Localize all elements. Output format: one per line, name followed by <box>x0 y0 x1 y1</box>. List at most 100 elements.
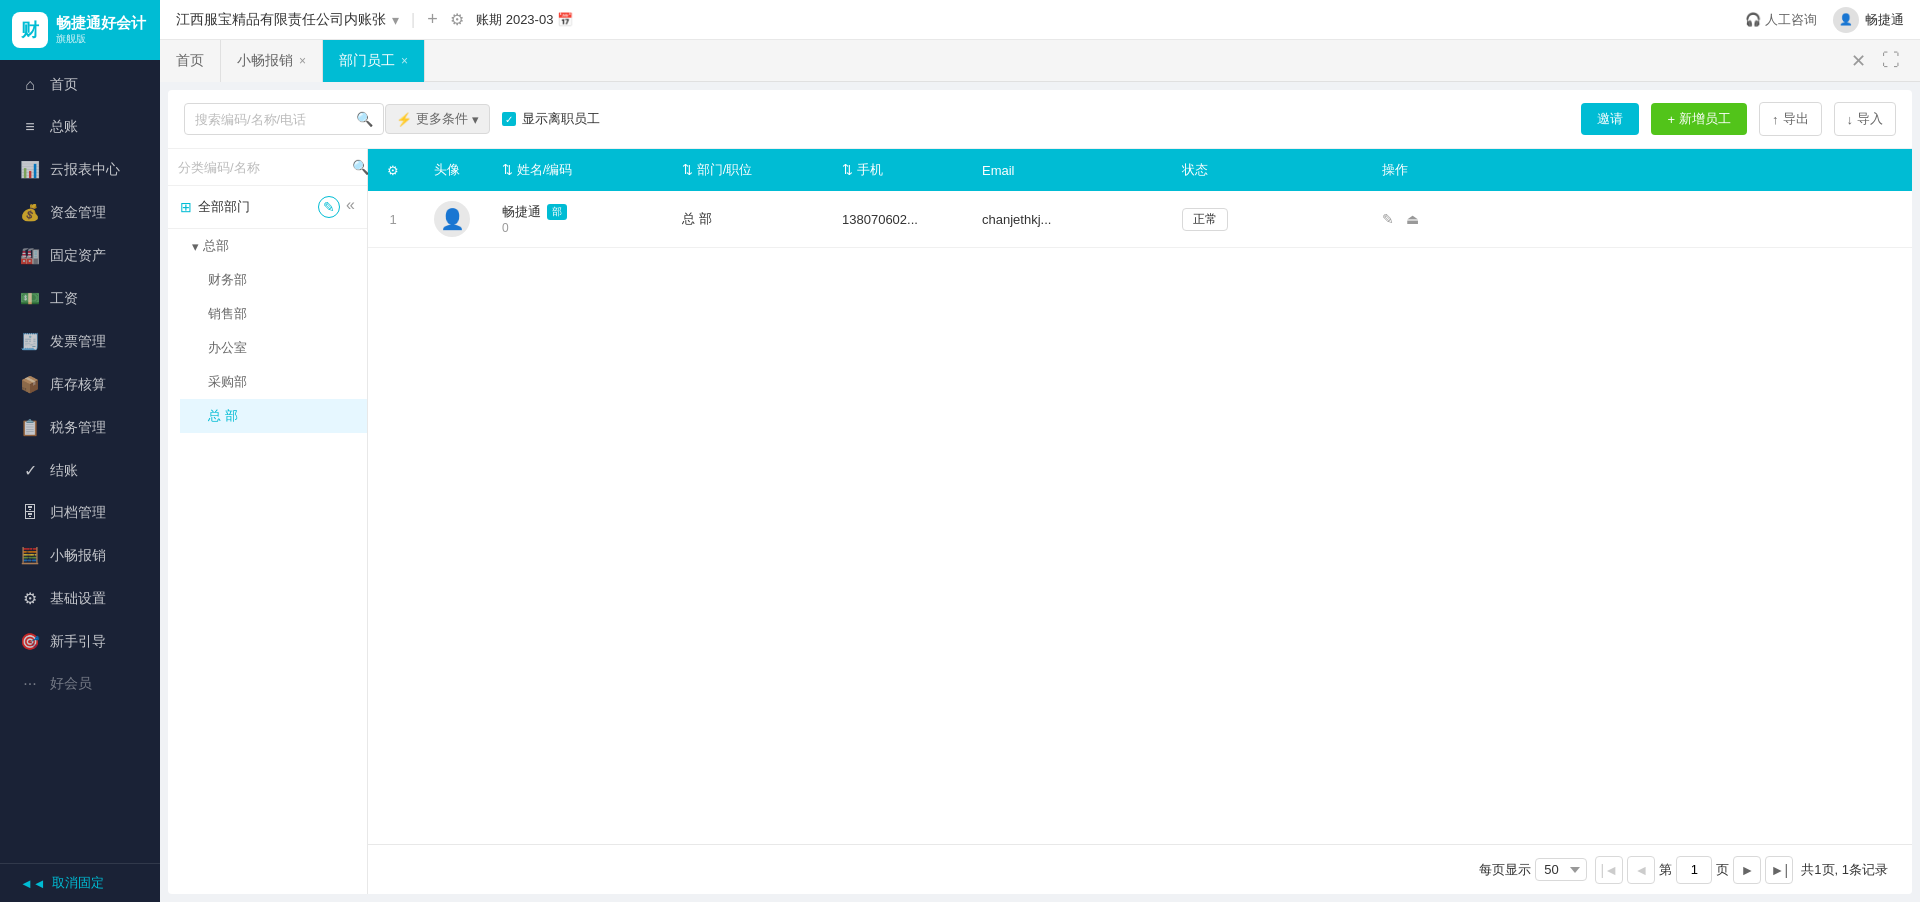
period-selector[interactable]: 账期 2023-03 📅 <box>476 11 574 29</box>
add-employee-button[interactable]: + 新增员工 <box>1651 103 1747 135</box>
tab-expense-close[interactable]: × <box>299 54 306 68</box>
dept-all-label: 全部部门 <box>198 198 250 216</box>
salary-icon: 💵 <box>20 289 40 308</box>
col-dept-position[interactable]: ⇅ 部门/职位 <box>666 149 826 191</box>
sidebar-item-label: 资金管理 <box>50 204 106 222</box>
settings-icon: ⚙ <box>20 589 40 608</box>
invite-button[interactable]: 邀请 <box>1581 103 1639 135</box>
settings-button[interactable]: ⚙ <box>450 10 464 29</box>
sidebar-item-home[interactable]: ⌂ 首页 <box>0 64 160 106</box>
import-icon: ↓ <box>1847 112 1854 127</box>
app-version: 旗舰版 <box>56 32 146 46</box>
col-phone[interactable]: ⇅ 手机 <box>826 149 966 191</box>
dept-group-header-zongbu[interactable]: ▾ 总部 <box>180 229 367 263</box>
show-resigned-label: 显示离职员工 <box>522 110 600 128</box>
tab-employees[interactable]: 部门员工 × <box>323 40 425 82</box>
sidebar-item-more[interactable]: ··· 好会员 <box>0 663 160 705</box>
col-name-code[interactable]: ⇅ 姓名/编码 <box>486 149 666 191</box>
last-page-button[interactable]: ►| <box>1765 856 1793 884</box>
headset-icon: 🎧 <box>1745 12 1761 27</box>
export-label: 导出 <box>1783 110 1809 128</box>
dept-panel: 🔍 ⊞ 全部部门 ✎ « ▾ 总部 财务 <box>168 149 368 894</box>
support-button[interactable]: 🎧 人工咨询 <box>1745 11 1817 29</box>
period-label: 账期 <box>476 11 502 29</box>
sidebar-item-settings[interactable]: ⚙ 基础设置 <box>0 577 160 620</box>
sidebar-item-label: 基础设置 <box>50 590 106 608</box>
add-tab-button[interactable]: + <box>427 9 438 30</box>
avatar-person-icon: 👤 <box>440 207 465 231</box>
topbar-right: 🎧 人工咨询 👤 畅捷通 <box>1745 7 1904 33</box>
company-selector[interactable]: 江西服宝精品有限责任公司内账张 ▾ <box>176 11 399 29</box>
tab-employees-close[interactable]: × <box>401 54 408 68</box>
col-status: 状态 <box>1166 149 1366 191</box>
col-settings[interactable]: ⚙ <box>368 149 418 191</box>
table-body: 1 👤 畅捷通 <box>368 191 1912 248</box>
row-email-cell: chanjethkj... <box>966 191 1166 248</box>
sidebar-item-checkout[interactable]: ✓ 结账 <box>0 449 160 492</box>
col-actions: 操作 <box>1366 149 1912 191</box>
first-page-button[interactable]: |◄ <box>1595 856 1623 884</box>
per-page-dropdown[interactable]: 20 50 100 <box>1535 858 1587 881</box>
sidebar-item-archive[interactable]: 🗄 归档管理 <box>0 492 160 534</box>
employee-code: 0 <box>502 221 650 235</box>
expand-tab-btn[interactable]: ⛶ <box>1878 46 1904 75</box>
prev-page-button[interactable]: ◄ <box>1627 856 1655 884</box>
search-button[interactable]: 🔍 <box>356 111 373 127</box>
logout-button[interactable]: ⏏ <box>1406 211 1419 227</box>
dept-badge: 部 <box>547 204 567 220</box>
dept-all-header[interactable]: ⊞ 全部部门 ✎ « <box>168 186 367 229</box>
user-menu[interactable]: 👤 畅捷通 <box>1833 7 1904 33</box>
checkout-icon: ✓ <box>20 461 40 480</box>
dept-collapse-button[interactable]: « <box>346 196 355 218</box>
sidebar-item-label: 工资 <box>50 290 78 308</box>
cancel-pin-button[interactable]: ◄◄ 取消固定 <box>0 863 160 902</box>
dept-item-caiwu[interactable]: 财务部 <box>180 263 367 297</box>
sidebar-item-expense[interactable]: 🧮 小畅报销 <box>0 534 160 577</box>
close-tab-btn[interactable]: ✕ <box>1847 46 1870 76</box>
export-button[interactable]: ↑ 导出 <box>1759 102 1822 136</box>
total-records: 共1页, 1条记录 <box>1801 861 1888 879</box>
sidebar-item-ledger[interactable]: ≡ 总账 <box>0 106 160 148</box>
tab-home-label: 首页 <box>176 52 204 70</box>
show-resigned-checkbox[interactable]: 显示离职员工 <box>502 110 600 128</box>
logo-icon: 财 <box>12 12 48 48</box>
sidebar-item-tax[interactable]: 📋 税务管理 <box>0 406 160 449</box>
dept-item-bangongshi[interactable]: 办公室 <box>180 331 367 365</box>
sidebar-item-assets[interactable]: 🏭 固定资产 <box>0 234 160 277</box>
dept-search-icon[interactable]: 🔍 <box>352 159 369 175</box>
page-suffix: 页 <box>1716 861 1729 879</box>
sidebar-item-label: 归档管理 <box>50 504 106 522</box>
sidebar-nav: ⌂ 首页 ≡ 总账 📊 云报表中心 💰 资金管理 🏭 固定资产 💵 工资 🧾 发… <box>0 60 160 863</box>
table-header: ⚙ 头像 ⇅ 姓名/编码 ⇅ 部门/职位 ⇅ 手机 <box>368 149 1912 191</box>
cancel-pin-label: 取消固定 <box>52 874 104 892</box>
main-area: 江西服宝精品有限责任公司内账张 ▾ | + ⚙ 账期 2023-03 📅 🎧 人… <box>160 0 1920 902</box>
sidebar-item-salary[interactable]: 💵 工资 <box>0 277 160 320</box>
page-label: 第 <box>1659 861 1672 879</box>
sidebar-item-guide[interactable]: 🎯 新手引导 <box>0 620 160 663</box>
search-input[interactable] <box>184 103 384 135</box>
import-button[interactable]: ↓ 导入 <box>1834 102 1897 136</box>
dept-item-xiaoshou[interactable]: 销售部 <box>180 297 367 331</box>
sidebar-item-funds[interactable]: 💰 资金管理 <box>0 191 160 234</box>
topbar-separator: | <box>411 11 415 29</box>
next-page-button[interactable]: ► <box>1733 856 1761 884</box>
dept-item-caigou[interactable]: 采购部 <box>180 365 367 399</box>
sidebar-item-label: 新手引导 <box>50 633 106 651</box>
sidebar-item-label: 小畅报销 <box>50 547 106 565</box>
edit-button[interactable]: ✎ <box>1382 211 1394 227</box>
dept-search-input[interactable] <box>178 160 346 175</box>
chevron-down-icon: ▾ <box>472 112 479 127</box>
sidebar-item-label: 首页 <box>50 76 78 94</box>
sidebar-item-reports[interactable]: 📊 云报表中心 <box>0 148 160 191</box>
dept-item-zongbu[interactable]: 总 部 <box>180 399 367 433</box>
dept-add-button[interactable]: ✎ <box>318 196 340 218</box>
tab-home[interactable]: 首页 <box>160 40 221 82</box>
expand-icon: ▾ <box>192 239 199 254</box>
tab-expense[interactable]: 小畅报销 × <box>221 40 323 82</box>
row-actions-cell: ✎ ⏏ <box>1366 191 1912 248</box>
sidebar-item-inventory[interactable]: 📦 库存核算 <box>0 363 160 406</box>
user-name: 畅捷通 <box>1865 11 1904 29</box>
sidebar-item-invoice[interactable]: 🧾 发票管理 <box>0 320 160 363</box>
more-conditions-button[interactable]: ⚡ 更多条件 ▾ <box>385 104 490 134</box>
page-input[interactable] <box>1676 856 1712 884</box>
